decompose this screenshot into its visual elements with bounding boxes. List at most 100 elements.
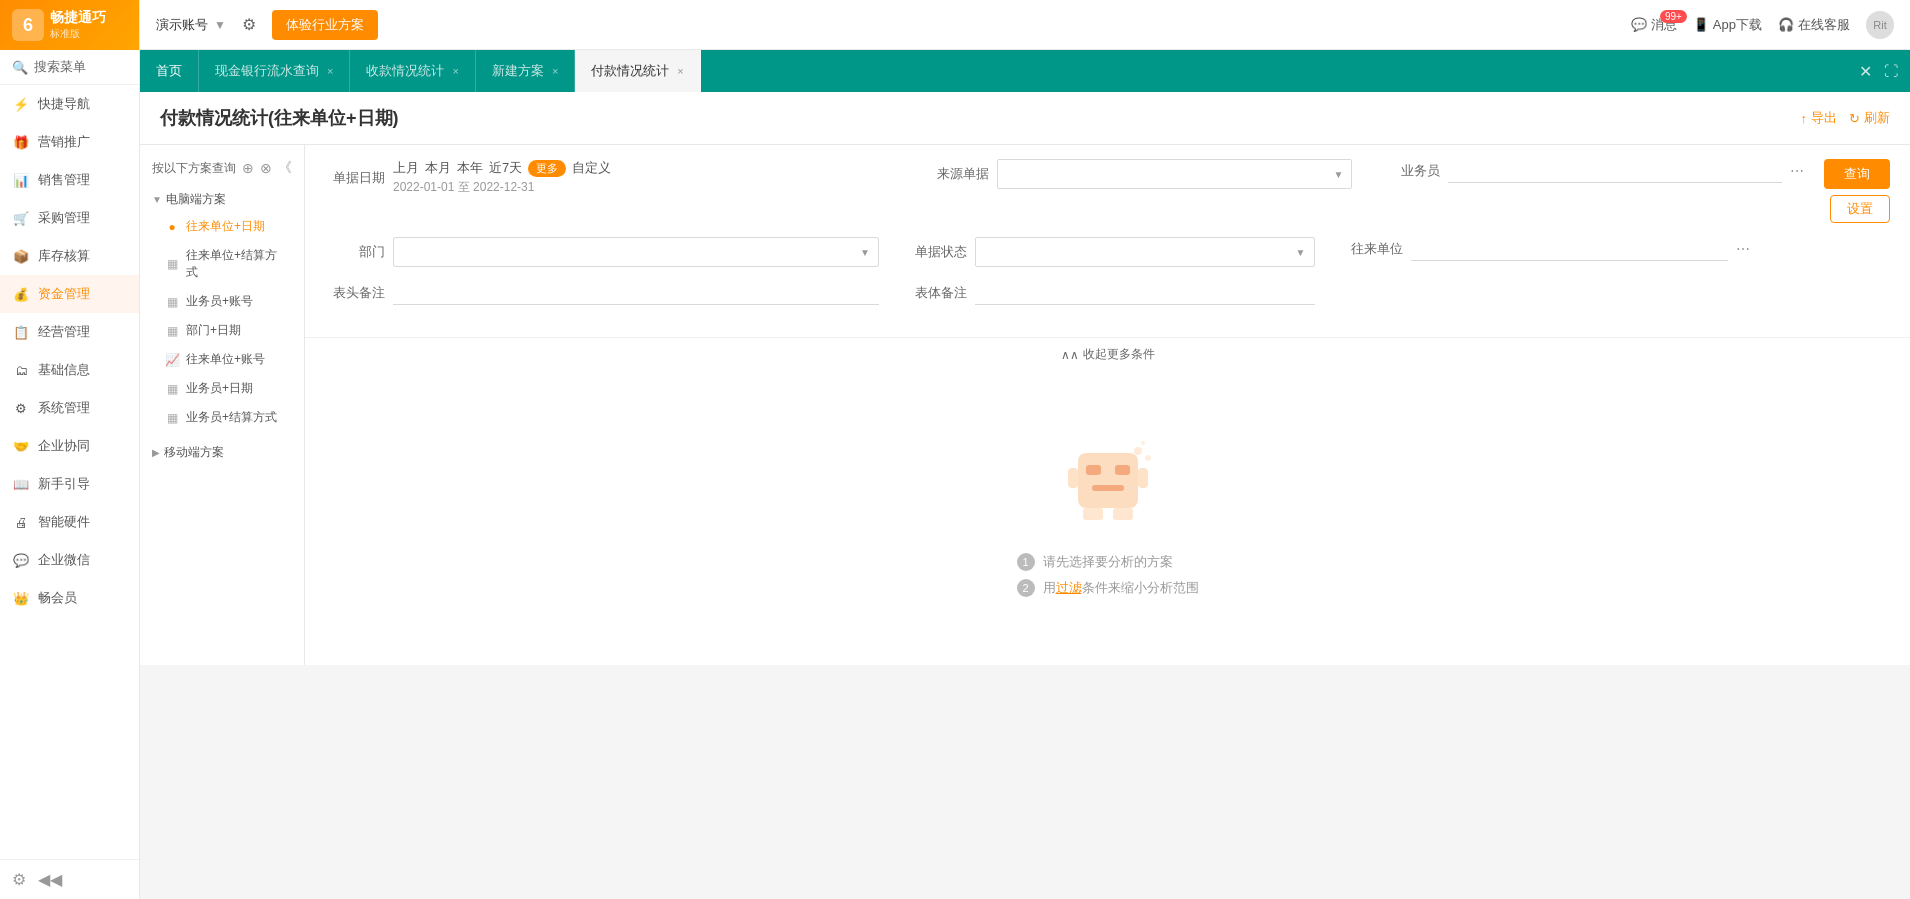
- sidebar-item-sales[interactable]: 📊 销售管理: [0, 161, 139, 199]
- date-shortcut-7days[interactable]: 近7天: [489, 159, 522, 177]
- sidebar: 6 畅捷通巧 标准版 🔍 搜索菜单 ⚡ 快捷导航 🎁 营销推广 📊 销售管理 🛒…: [0, 0, 140, 899]
- scheme-header-label: 按以下方案查询: [152, 160, 236, 177]
- operation-icon: 📋: [12, 323, 30, 341]
- filter-field-body-remark: 表体备注: [899, 281, 1315, 305]
- sidebar-item-label: 企业微信: [38, 551, 90, 569]
- filter-body-remark-label: 表体备注: [899, 284, 967, 302]
- sidebar-item-weixin[interactable]: 💬 企业微信: [0, 541, 139, 579]
- enterprise-icon: 🤝: [12, 437, 30, 455]
- sidebar-settings-btn[interactable]: ⚙: [12, 870, 26, 889]
- scheme-item-staff-account[interactable]: ▦ 业务员+账号: [140, 287, 304, 316]
- msg-icon: 💬: [1631, 17, 1647, 32]
- page-title: 付款情况统计(往来单位+日期): [160, 106, 399, 130]
- scheme-mobile-group-header[interactable]: ▶ 移动端方案: [140, 440, 304, 465]
- date-shortcut-this-year[interactable]: 本年: [457, 159, 483, 177]
- tab-home[interactable]: 首页: [140, 50, 199, 92]
- sidebar-item-label: 资金管理: [38, 285, 90, 303]
- sidebar-item-quick-nav[interactable]: ⚡ 快捷导航: [0, 85, 139, 123]
- date-shortcut-custom[interactable]: 自定义: [572, 159, 611, 177]
- basic-icon: 🗂: [12, 361, 30, 379]
- scheme-desktop-group-header[interactable]: ▼ 电脑端方案: [140, 187, 304, 212]
- scheme-staff-date-icon: ▦: [164, 381, 180, 397]
- tab-bank[interactable]: 现金银行流水查询 ×: [199, 50, 350, 92]
- topbar-msg-btn[interactable]: 💬 消息 99+: [1631, 16, 1677, 34]
- svg-rect-2: [1115, 465, 1130, 475]
- setting-button[interactable]: 设置: [1830, 195, 1890, 223]
- export-button[interactable]: ↑ 导出: [1801, 109, 1838, 127]
- date-shortcut-this-month[interactable]: 本月: [425, 159, 451, 177]
- content-area: 付款情况统计(往来单位+日期) ↑ 导出 ↻ 刷新 按以下方案查询 ⊕: [140, 92, 1910, 899]
- sidebar-item-label: 营销推广: [38, 133, 90, 151]
- tab-bank-close-icon[interactable]: ×: [327, 65, 333, 77]
- empty-tip-2-num: 2: [1017, 579, 1035, 597]
- tab-payment-stat-close-icon[interactable]: ×: [677, 65, 683, 77]
- sidebar-item-label: 销售管理: [38, 171, 90, 189]
- filter-unit-input[interactable]: [1411, 237, 1729, 260]
- query-button[interactable]: 查询: [1824, 159, 1890, 189]
- tab-income-stat-close-icon[interactable]: ×: [452, 65, 458, 77]
- sidebar-item-marketing[interactable]: 🎁 营销推广: [0, 123, 139, 161]
- filter-row-3: 表头备注 表体备注: [325, 281, 1890, 305]
- tab-payment-stat[interactable]: 付款情况统计 ×: [575, 50, 700, 92]
- newbie-icon: 📖: [12, 475, 30, 493]
- sidebar-item-member[interactable]: 👑 畅会员: [0, 579, 139, 617]
- scheme-item-dept-date[interactable]: ▦ 部门+日期: [140, 316, 304, 345]
- tab-new-scheme[interactable]: 新建方案 ×: [476, 50, 575, 92]
- scheme-staff-account-icon: ▦: [164, 294, 180, 310]
- sidebar-item-capital[interactable]: 💰 资金管理: [0, 275, 139, 313]
- tabbar-right: ✕ ⛶: [1847, 50, 1910, 92]
- collapse-more-button[interactable]: ∧∧ 收起更多条件: [1061, 346, 1155, 363]
- topbar-gear-icon[interactable]: ⚙: [242, 15, 256, 34]
- topbar-app-btn[interactable]: 📱 App下载: [1693, 16, 1762, 34]
- scheme-settings-icon[interactable]: ⊗: [260, 160, 272, 176]
- sidebar-search[interactable]: 🔍 搜索菜单: [0, 50, 139, 85]
- scheme-item-unit-account[interactable]: 📈 往来单位+账号: [140, 345, 304, 374]
- filter-form-container: 单据日期 上月 本月 本年 近7天 更多 自定义 20: [305, 145, 1910, 665]
- filter-staff-label: 业务员: [1372, 162, 1440, 180]
- sidebar-item-hardware[interactable]: 🖨 智能硬件: [0, 503, 139, 541]
- sidebar-collapse-btn[interactable]: ◀◀: [38, 870, 62, 889]
- filter-source-select[interactable]: ▼: [997, 159, 1353, 189]
- scheme-item-unit-date[interactable]: ● 往来单位+日期: [140, 212, 304, 241]
- filter-doc-status-select[interactable]: ▼: [975, 237, 1315, 267]
- sidebar-item-inventory[interactable]: 📦 库存核算: [0, 237, 139, 275]
- tab-income-stat[interactable]: 收款情况统计 ×: [350, 50, 475, 92]
- topbar-user-dropdown-icon[interactable]: ▼: [214, 18, 226, 32]
- svg-rect-0: [1078, 453, 1138, 508]
- scheme-item-staff-date[interactable]: ▦ 业务员+日期: [140, 374, 304, 403]
- date-shortcut-last-month[interactable]: 上月: [393, 159, 419, 177]
- sales-icon: 📊: [12, 171, 30, 189]
- member-icon: 👑: [12, 589, 30, 607]
- filter-dept-select[interactable]: ▼: [393, 237, 879, 267]
- svg-point-8: [1134, 447, 1142, 455]
- sidebar-item-label: 系统管理: [38, 399, 90, 417]
- scheme-item-unit-payment[interactable]: ▦ 往来单位+结算方式: [140, 241, 304, 287]
- sidebar-item-newbie[interactable]: 📖 新手引导: [0, 465, 139, 503]
- filter-staff-more-icon[interactable]: ⋯: [1790, 163, 1804, 179]
- scheme-add-icon[interactable]: ⊕: [242, 160, 254, 176]
- filter-dept-arrow-icon: ▼: [860, 247, 870, 258]
- filter-field-doc-status: 单据状态 ▼: [899, 237, 1315, 267]
- filter-header-remark-input[interactable]: [393, 281, 879, 305]
- empty-illustration: [1048, 433, 1168, 533]
- scheme-collapse-icon[interactable]: 《: [278, 159, 292, 177]
- sidebar-item-enterprise[interactable]: 🤝 企业协同: [0, 427, 139, 465]
- filter-body-remark-input[interactable]: [975, 281, 1315, 305]
- date-shortcut-more[interactable]: 更多: [528, 160, 566, 177]
- sidebar-item-system[interactable]: ⚙ 系统管理: [0, 389, 139, 427]
- tabbar-close-all-icon[interactable]: ✕: [1859, 62, 1872, 81]
- sidebar-item-purchase[interactable]: 🛒 采购管理: [0, 199, 139, 237]
- topbar-service-btn[interactable]: 🎧 在线客服: [1778, 16, 1850, 34]
- filter-unit-more-icon[interactable]: ⋯: [1736, 241, 1750, 257]
- filter-staff-input[interactable]: [1448, 159, 1782, 182]
- scheme-mobile-arrow-icon: ▶: [152, 447, 160, 458]
- tabbar-expand-icon[interactable]: ⛶: [1884, 63, 1898, 79]
- sidebar-item-operation[interactable]: 📋 经营管理: [0, 313, 139, 351]
- marketing-icon: 🎁: [12, 133, 30, 151]
- topbar-trial-button[interactable]: 体验行业方案: [272, 10, 378, 40]
- refresh-button[interactable]: ↻ 刷新: [1849, 109, 1890, 127]
- scheme-item-staff-payment[interactable]: ▦ 业务员+结算方式: [140, 403, 304, 432]
- topbar-avatar[interactable]: Rit: [1866, 11, 1894, 39]
- sidebar-item-basic[interactable]: 🗂 基础信息: [0, 351, 139, 389]
- tab-new-scheme-close-icon[interactable]: ×: [552, 65, 558, 77]
